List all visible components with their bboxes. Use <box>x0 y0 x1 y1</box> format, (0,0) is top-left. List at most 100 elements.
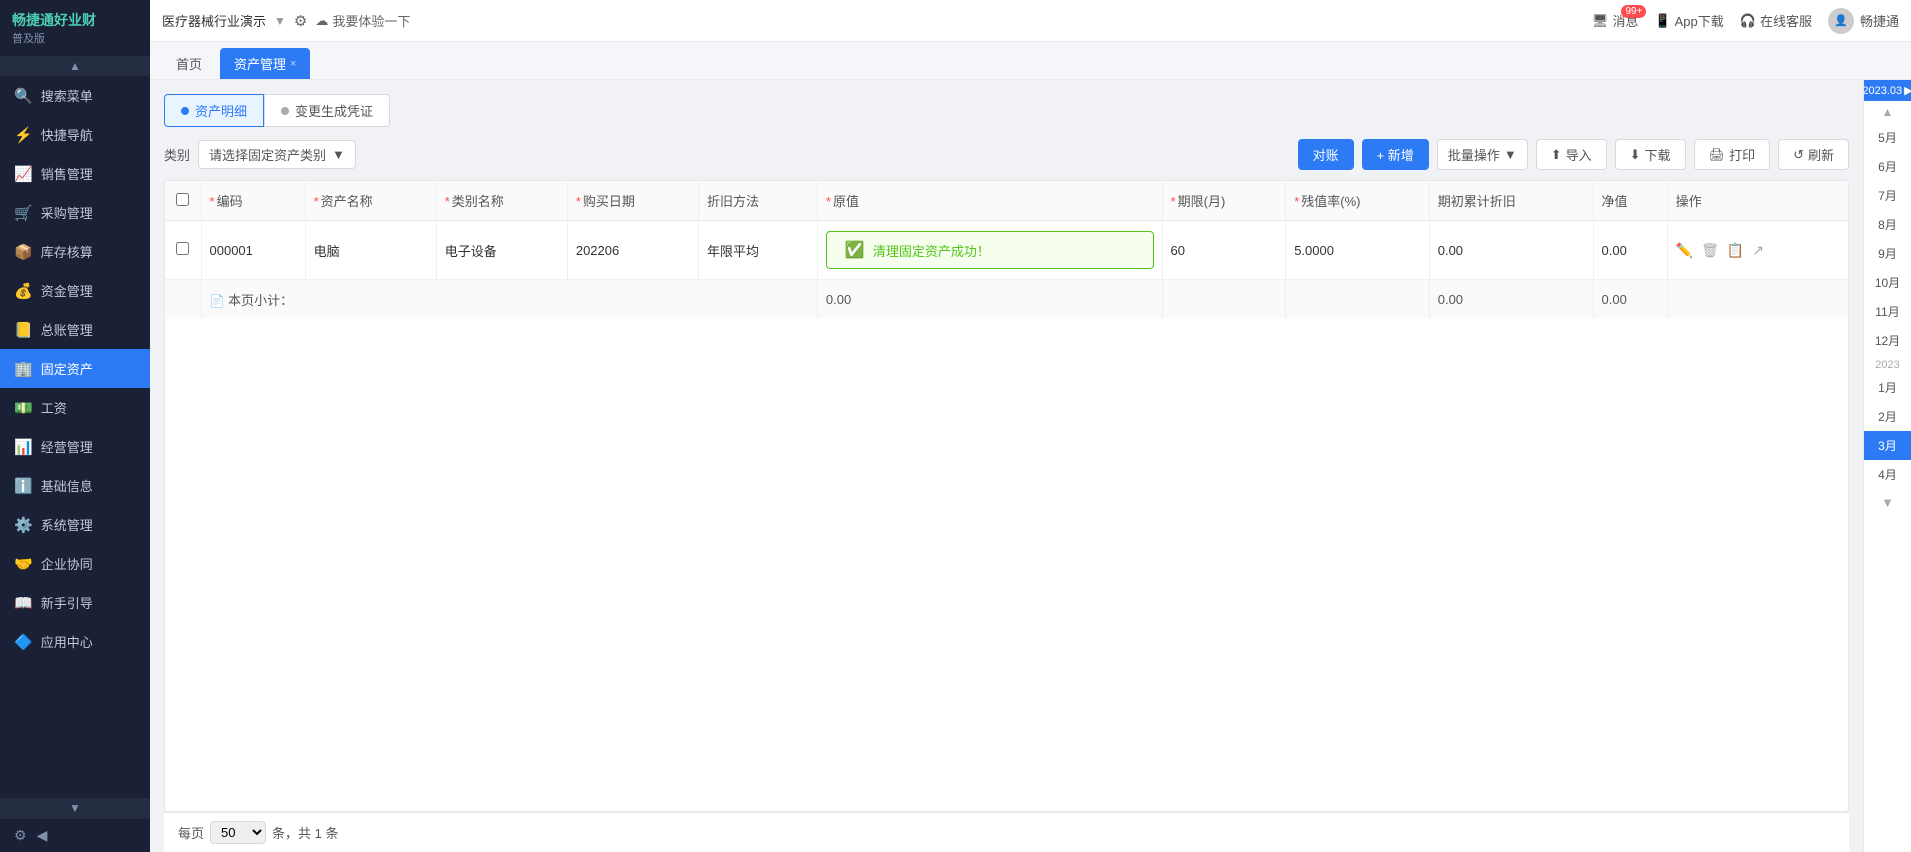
import-button[interactable]: ⬆ 导入 <box>1536 139 1607 170</box>
tab-close-icon[interactable]: × <box>290 58 296 70</box>
rp-collapse-btn[interactable]: ▼ <box>1881 489 1894 516</box>
download-button[interactable]: ⬇ 下载 <box>1615 139 1686 170</box>
sidebar-item-quicknav[interactable]: ⚡ 快捷导航 <box>0 115 150 154</box>
toolbar-right: 对账 + 新增 批量操作 ▼ ⬆ 导入 ⬇ 下载 🖨 <box>1298 139 1849 170</box>
company-dropdown-icon[interactable]: ▼ <box>274 14 286 28</box>
rp-month-6[interactable]: 6月 <box>1864 152 1911 181</box>
sidebar-item-label: 系统管理 <box>41 515 93 534</box>
batch-dropdown-icon: ▼ <box>1504 147 1517 162</box>
sidebar-item-sales[interactable]: 📈 销售管理 <box>0 154 150 193</box>
experience-btn[interactable]: ☁ 我要体验一下 <box>315 11 410 30</box>
collapse-icon[interactable]: ◀ <box>37 827 48 844</box>
edit-icon[interactable]: ✏️ <box>1676 242 1693 259</box>
rp-month-7[interactable]: 7月 <box>1864 181 1911 210</box>
rp-year: 2023 <box>1875 355 1899 373</box>
row-purchase-date: 202206 <box>567 221 698 280</box>
sidebar-item-inventory[interactable]: 📦 库存核算 <box>0 232 150 271</box>
download-icon: ⬇ <box>1630 147 1641 163</box>
sidebar-item-ledger[interactable]: 📒 总账管理 <box>0 310 150 349</box>
content-area: 资产明细 变更生成凭证 类别 请选择固定资产类别 ▼ 对账 <box>150 80 1911 852</box>
sidebar-item-basics[interactable]: ℹ️ 基础信息 <box>0 466 150 505</box>
sidebar-scroll-up[interactable]: ▲ <box>0 56 150 76</box>
right-panel: 2023.03 ▶ ▲ 5月 6月 7月 8月 9月 10月 11月 12月 2… <box>1863 80 1911 852</box>
online-service-btn[interactable]: 🎧 在线客服 <box>1740 11 1812 30</box>
settings-gear-icon[interactable]: ⚙ <box>294 12 307 30</box>
online-service-icon: 🎧 <box>1740 13 1756 29</box>
app-download-btn[interactable]: 📱 App下载 <box>1654 11 1723 30</box>
sidebar: 畅捷通好业财 普及版 ▲ 🔍 搜索菜单 ⚡ 快捷导航 📈 销售管理 🛒 采购管理… <box>0 0 150 852</box>
subtab-voucher[interactable]: 变更生成凭证 <box>264 94 390 127</box>
topbar: 医疗器械行业演示 ▼ ⚙ ☁ 我要体验一下 🖥 消息 99+ 📱 App下载 🎧 <box>150 0 1911 42</box>
rp-month-5[interactable]: 5月 <box>1864 123 1911 152</box>
import-icon: ⬆ <box>1551 147 1562 163</box>
rp-month-3-current[interactable]: 3月 <box>1864 431 1911 460</box>
salary-icon: 💵 <box>14 399 33 417</box>
subtab-asset-detail[interactable]: 资产明细 <box>164 94 264 127</box>
asset-table: *编码 *资产名称 *类别名称 *购买日期 折旧方法 *原值 *期限(月) *残… <box>165 181 1848 319</box>
row-net-value: 0.00 <box>1593 221 1667 280</box>
rp-header-expand-icon[interactable]: ▶ <box>1904 84 1911 97</box>
rp-month-8[interactable]: 8月 <box>1864 210 1911 239</box>
messages-btn[interactable]: 🖥 消息 99+ <box>1592 11 1639 30</box>
sidebar-item-label: 快捷导航 <box>41 125 93 144</box>
tab-assets[interactable]: 资产管理 × <box>220 48 310 79</box>
rp-month-1[interactable]: 1月 <box>1864 373 1911 402</box>
sidebar-item-collab[interactable]: 🤝 企业协同 <box>0 544 150 583</box>
print-button[interactable]: 🖨 打印 <box>1694 139 1771 170</box>
experience-icon: ☁ <box>315 13 328 29</box>
rp-month-9[interactable]: 9月 <box>1864 239 1911 268</box>
select-all-checkbox[interactable] <box>176 193 189 206</box>
category-filter-placeholder: 请选择固定资产类别 <box>209 145 326 164</box>
user-menu[interactable]: 👤 畅捷通 <box>1828 8 1899 34</box>
new-button[interactable]: + 新增 <box>1362 139 1429 170</box>
app-download-label: App下载 <box>1675 11 1724 30</box>
fixedassets-icon: 🏢 <box>14 360 33 378</box>
row-initial-dep: 0.00 <box>1429 221 1593 280</box>
sidebar-item-funds[interactable]: 💰 资金管理 <box>0 271 150 310</box>
category-filter[interactable]: 请选择固定资产类别 ▼ <box>198 140 356 169</box>
rp-month-12[interactable]: 12月 <box>1864 326 1911 355</box>
subtotal-initial: 0.00 <box>1429 280 1593 320</box>
batch-button[interactable]: 批量操作 ▼ <box>1437 139 1528 170</box>
sidebar-item-fixedassets[interactable]: 🏢 固定资产 <box>0 349 150 388</box>
copy-icon[interactable]: 📋 <box>1727 242 1744 259</box>
col-net-value: 净值 <box>1593 181 1667 221</box>
rp-scroll-up[interactable]: ▲ <box>1882 101 1894 123</box>
settings-icon[interactable]: ⚙ <box>14 827 27 844</box>
app-version: 普及版 <box>12 30 45 46</box>
experience-label: 我要体验一下 <box>332 11 410 30</box>
row-checkbox[interactable] <box>176 242 189 255</box>
refresh-button[interactable]: ↺ 刷新 <box>1778 139 1849 170</box>
subtabs: 资产明细 变更生成凭证 <box>164 94 1849 127</box>
tab-home-label: 首页 <box>176 54 202 73</box>
sidebar-item-search[interactable]: 🔍 搜索菜单 <box>0 76 150 115</box>
sidebar-item-sysmanage[interactable]: ⚙️ 系统管理 <box>0 505 150 544</box>
subtab-label-2: 变更生成凭证 <box>295 101 373 120</box>
inventory-icon: 📦 <box>14 243 33 261</box>
username: 畅捷通 <box>1860 11 1899 30</box>
messages-icon: 🖥 <box>1592 13 1609 29</box>
rp-month-2[interactable]: 2月 <box>1864 402 1911 431</box>
more-icon[interactable]: ↗ <box>1752 242 1764 259</box>
sidebar-item-operations[interactable]: 📊 经营管理 <box>0 427 150 466</box>
delete-icon[interactable]: 🗑 <box>1701 242 1719 259</box>
purchase-icon: 🛒 <box>14 204 33 222</box>
quicknav-icon: ⚡ <box>14 126 33 144</box>
page-size-select[interactable]: 50 100 <box>210 821 266 844</box>
reconcile-button[interactable]: 对账 <box>1298 139 1354 170</box>
rp-month-11[interactable]: 11月 <box>1864 297 1911 326</box>
rp-month-4[interactable]: 4月 <box>1864 460 1911 489</box>
sidebar-item-guide[interactable]: 📖 新手引导 <box>0 583 150 622</box>
sidebar-item-appcenter[interactable]: 🔷 应用中心 <box>0 622 150 661</box>
appcenter-icon: 🔷 <box>14 633 33 651</box>
tab-home[interactable]: 首页 <box>162 48 216 79</box>
col-category: *类别名称 <box>436 181 567 221</box>
col-original-value: *原值 <box>817 181 1162 221</box>
sidebar-scroll-down[interactable]: ▼ <box>0 798 150 818</box>
app-name: 畅捷通好业财 <box>12 10 96 30</box>
sidebar-item-salary[interactable]: 💵 工资 <box>0 388 150 427</box>
action-icons-group: ✏️ 🗑 📋 ↗ <box>1676 242 1840 259</box>
collapse-chevron-icon: ▼ <box>1881 495 1894 510</box>
sidebar-item-purchase[interactable]: 🛒 采购管理 <box>0 193 150 232</box>
rp-month-10[interactable]: 10月 <box>1864 268 1911 297</box>
